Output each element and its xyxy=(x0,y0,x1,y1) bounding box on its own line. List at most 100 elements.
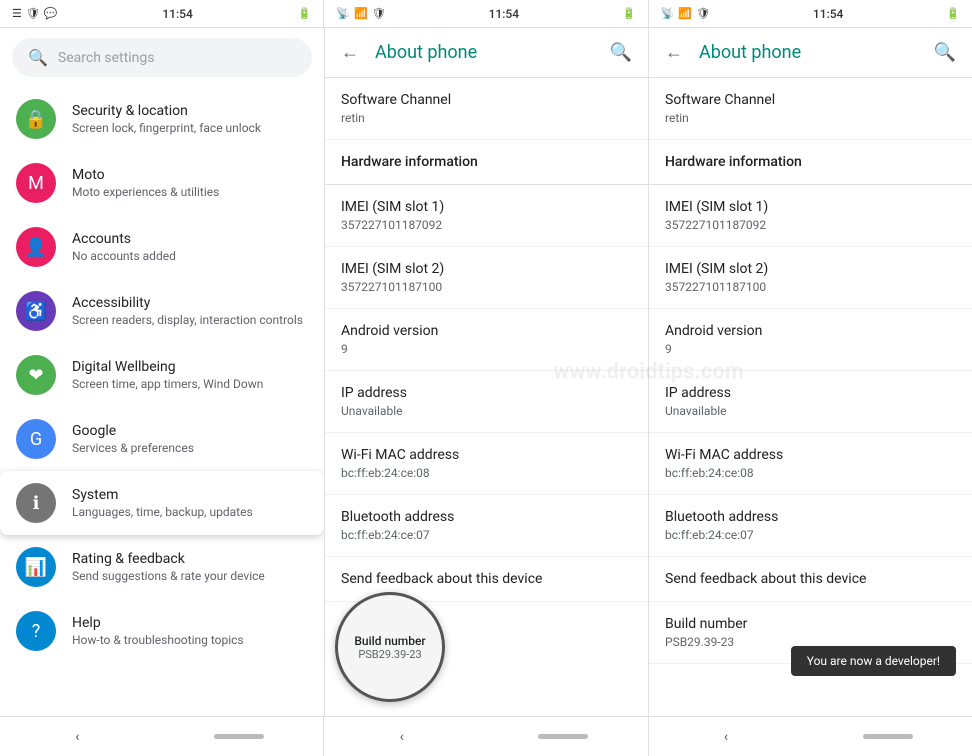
about-item-5[interactable]: IP addressUnavailable xyxy=(649,371,972,433)
status-icons-left-2: 📡 📶 🛡 xyxy=(336,7,385,20)
nav-section-3: ‹ xyxy=(649,717,972,756)
settings-item-moto[interactable]: M MotoMoto experiences & utilities xyxy=(0,151,324,215)
status-icons-right-3: 🔋 xyxy=(946,7,960,20)
settings-title-wellbeing: Digital Wellbeing xyxy=(72,359,308,375)
status-section-2: 📡 📶 🛡 11:54 🔋 xyxy=(324,0,648,27)
settings-text-accounts: AccountsNo accounts added xyxy=(72,231,308,263)
status-time-3: 11:54 xyxy=(813,7,843,21)
panel-header-2: ← About phone 🔍 xyxy=(649,28,972,78)
settings-title-security: Security & location xyxy=(72,103,308,119)
about-item-8[interactable]: Send feedback about this device xyxy=(649,557,972,602)
about-item-3[interactable]: IMEI (SIM slot 2)357227101187100 xyxy=(325,247,648,309)
back-nav-2[interactable]: ‹ xyxy=(384,725,420,749)
build-circle-title: Build number xyxy=(354,634,425,648)
about-item-0[interactable]: Software Channelretin xyxy=(649,78,972,140)
build-number-container[interactable]: Build numberPSB29.39-23 xyxy=(325,602,648,682)
back-button-2[interactable]: ← xyxy=(665,42,683,63)
settings-icon-rating: 📊 xyxy=(16,547,56,587)
about-item-title-0: Software Channel xyxy=(341,92,632,108)
battery-icon-3: 🔋 xyxy=(946,7,960,20)
settings-item-help[interactable]: ?HelpHow-to & troubleshooting topics xyxy=(0,599,324,663)
home-pill-3[interactable] xyxy=(863,734,913,739)
message-icon: 💬 xyxy=(44,7,58,20)
about-item-title-3: IMEI (SIM slot 2) xyxy=(665,261,956,277)
about-item-title-5: IP address xyxy=(665,385,956,401)
settings-item-accounts[interactable]: 👤 AccountsNo accounts added xyxy=(0,215,324,279)
about-item-title-6: Wi-Fi MAC address xyxy=(341,447,632,463)
settings-icon-accounts: 👤 xyxy=(16,227,56,267)
search-icon: 🔍 xyxy=(28,48,48,67)
signal-icon-2: 📡 xyxy=(336,7,350,20)
about-item-2[interactable]: IMEI (SIM slot 1)357227101187092 xyxy=(649,185,972,247)
right-panels: www.droidtips.com ← About phone 🔍 Softwa… xyxy=(325,28,972,716)
settings-item-google[interactable]: GGoogleServices & preferences xyxy=(0,407,324,471)
status-section-1: ☰ 🛡 💬 11:54 🔋 xyxy=(0,0,324,27)
settings-subtitle-wellbeing: Screen time, app timers, Wind Down xyxy=(72,377,308,391)
settings-item-rating[interactable]: 📊Rating & feedbackSend suggestions & rat… xyxy=(0,535,324,599)
settings-item-security[interactable]: 🔒 Security & location Screen lock, fingerp… xyxy=(0,87,324,151)
about-item-6[interactable]: Wi-Fi MAC addressbc:ff:eb:24:ce:08 xyxy=(649,433,972,495)
about-item-6[interactable]: Wi-Fi MAC addressbc:ff:eb:24:ce:08 xyxy=(325,433,648,495)
back-nav-1[interactable]: ‹ xyxy=(59,725,95,749)
about-panel-2: ← About phone 🔍 Software ChannelretinHar… xyxy=(649,28,972,716)
settings-icon-google: G xyxy=(16,419,56,459)
about-item-7[interactable]: Bluetooth address bc:ff:eb:24:ce:07 xyxy=(649,495,972,557)
about-item-7[interactable]: Bluetooth address bc:ff:eb:24:ce:07 xyxy=(325,495,648,557)
about-item-3[interactable]: IMEI (SIM slot 2) 357227101187100 xyxy=(649,247,972,309)
settings-title-help: Help xyxy=(72,615,308,631)
about-item-title-5: IP address xyxy=(341,385,632,401)
about-item-title-0: Software Channel xyxy=(665,92,956,108)
status-icons-right-1: 🔋 xyxy=(298,7,312,20)
about-section-title-1: Hardware information xyxy=(341,154,632,170)
build-circle-value: PSB29.39-23 xyxy=(358,648,421,661)
about-panel-1: ← About phone 🔍 Software Channel retin Har… xyxy=(325,28,649,716)
settings-icon-accessibility: ♿ xyxy=(16,291,56,331)
settings-icon-security: 🔒 xyxy=(16,99,56,139)
back-nav-3[interactable]: ‹ xyxy=(708,725,744,749)
search-bar[interactable]: 🔍 Search settings xyxy=(12,38,312,77)
settings-title-google: Google xyxy=(72,423,308,439)
about-item-value-7: bc:ff:eb:24:ce:07 xyxy=(341,528,632,542)
settings-item-accessibility[interactable]: ♿AccessibilityScreen readers, display, i… xyxy=(0,279,324,343)
nav-section-2: ‹ xyxy=(324,717,648,756)
panel-header-1: ← About phone 🔍 xyxy=(325,28,648,78)
settings-subtitle-security: Screen lock, fingerprint, face unlock xyxy=(72,121,308,135)
about-list-2: Software ChannelretinHardware informatio… xyxy=(649,78,972,716)
back-button-1[interactable]: ← xyxy=(341,42,359,63)
about-section-1: Hardware information xyxy=(649,140,972,185)
about-item-value-3: 357227101187100 xyxy=(665,280,956,294)
about-item-4[interactable]: Android version9 xyxy=(325,309,648,371)
battery-icon-1: 🔋 xyxy=(298,7,312,20)
settings-icon-help: ? xyxy=(16,611,56,651)
status-icons-left-3: 📡 📶 🛡 xyxy=(661,7,710,20)
wifi-icon-3: 📶 xyxy=(678,7,692,20)
settings-item-system[interactable]: ℹSystemLanguages, time, backup, updates xyxy=(0,471,324,535)
settings-item-wellbeing[interactable]: ❤Digital WellbeingScreen time, app timer… xyxy=(0,343,324,407)
about-item-title-7: Bluetooth address xyxy=(665,509,956,525)
about-item-value-4: 9 xyxy=(341,342,632,356)
about-list-1: Software Channel retin Hardware informatio… xyxy=(325,78,648,716)
home-pill-1[interactable] xyxy=(214,734,264,739)
notification-icon: ☰ xyxy=(12,7,22,20)
settings-subtitle-accessibility: Screen readers, display, interaction con… xyxy=(72,313,308,327)
about-item-title-2: IMEI (SIM slot 1) xyxy=(665,199,956,215)
about-item-2[interactable]: IMEI (SIM slot 1)357227101187092 xyxy=(325,185,648,247)
about-item-5[interactable]: IP addressUnavailable xyxy=(325,371,648,433)
panel-title-1: About phone xyxy=(375,42,594,63)
home-pill-2[interactable] xyxy=(538,734,588,739)
about-item-value-6: bc:ff:eb:24:ce:08 xyxy=(665,466,956,480)
about-item-value-7: bc:ff:eb:24:ce:07 xyxy=(665,528,956,542)
search-button-1[interactable]: 🔍 xyxy=(610,42,632,63)
settings-text-moto: MotoMoto experiences & utilities xyxy=(72,167,308,199)
settings-icon-system: ℹ xyxy=(16,483,56,523)
about-item-value-0: retin xyxy=(341,111,632,125)
settings-title-rating: Rating & feedback xyxy=(72,551,308,567)
settings-icon-moto: M xyxy=(16,163,56,203)
settings-title-system: System xyxy=(72,487,308,503)
about-item-title-7: Bluetooth address xyxy=(341,509,632,525)
build-circle[interactable]: Build numberPSB29.39-23 xyxy=(335,592,445,702)
about-item-title-2: IMEI (SIM slot 1) xyxy=(341,199,632,215)
about-item-0[interactable]: Software Channel retin xyxy=(325,78,648,140)
search-button-2[interactable]: 🔍 xyxy=(934,42,956,63)
about-item-4[interactable]: Android version9 xyxy=(649,309,972,371)
